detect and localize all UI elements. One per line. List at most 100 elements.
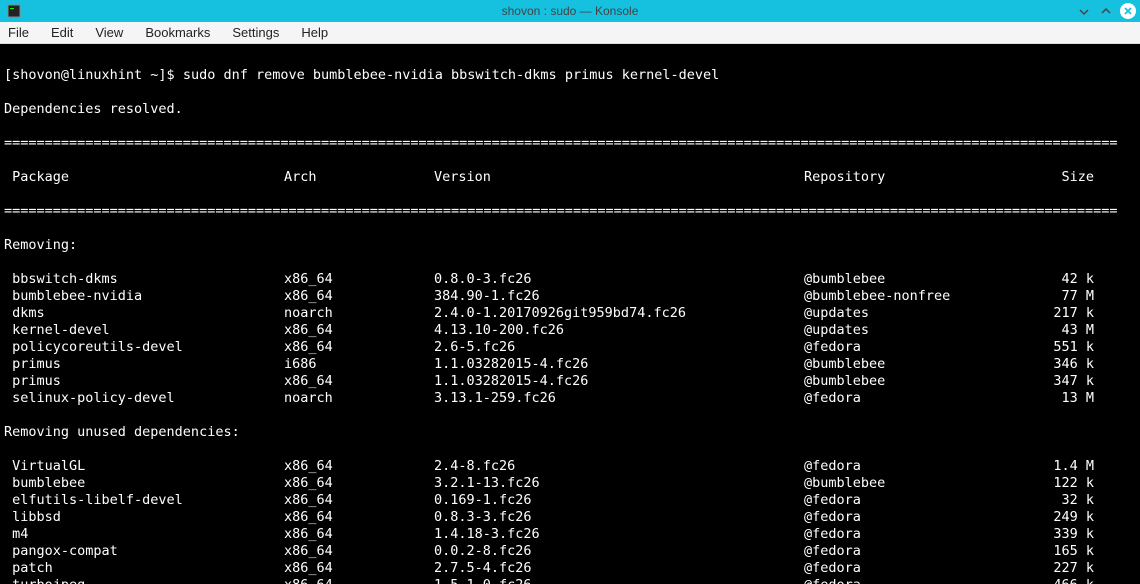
cell-repository: @fedora (804, 390, 1034, 407)
cell-repository: @bumblebee (804, 271, 1034, 288)
maximize-button[interactable] (1098, 3, 1114, 19)
command-line: [shovon@linuxhint ~]$ sudo dnf remove bu… (4, 67, 1136, 84)
menu-view[interactable]: View (95, 25, 123, 40)
cell-version: 2.6-5.fc26 (434, 339, 804, 356)
window-controls (1076, 3, 1136, 19)
table-row: selinux-policy-develnoarch3.13.1-259.fc2… (4, 390, 1136, 407)
cell-size: 43 M (1034, 322, 1094, 339)
cell-repository: @fedora (804, 458, 1034, 475)
cell-size: 551 k (1034, 339, 1094, 356)
cell-arch: x86_64 (284, 577, 434, 584)
cell-arch: x86_64 (284, 288, 434, 305)
cell-repository: @bumblebee (804, 475, 1034, 492)
cell-arch: x86_64 (284, 560, 434, 577)
command-text: sudo dnf remove bumblebee-nvidia bbswitc… (183, 67, 719, 83)
cell-package: primus (4, 373, 284, 390)
table-row: pangox-compatx86_640.0.2-8.fc26@fedora16… (4, 543, 1136, 560)
header-package: Package (4, 169, 284, 186)
cell-arch: noarch (284, 390, 434, 407)
menu-bookmarks[interactable]: Bookmarks (145, 25, 210, 40)
header-size: Size (1034, 169, 1094, 186)
cell-version: 2.4.0-1.20170926git959bd74.fc26 (434, 305, 804, 322)
cell-arch: x86_64 (284, 526, 434, 543)
cell-size: 122 k (1034, 475, 1094, 492)
header-arch: Arch (284, 169, 434, 186)
cell-package: pangox-compat (4, 543, 284, 560)
cell-version: 0.169-1.fc26 (434, 492, 804, 509)
cell-size: 249 k (1034, 509, 1094, 526)
section-removing: Removing: (4, 237, 1136, 254)
cell-size: 466 k (1034, 577, 1094, 584)
cell-package: bumblebee-nvidia (4, 288, 284, 305)
terminal[interactable]: [shovon@linuxhint ~]$ sudo dnf remove bu… (0, 44, 1140, 584)
cell-repository: @fedora (804, 339, 1034, 356)
cell-arch: i686 (284, 356, 434, 373)
cell-repository: @bumblebee-nonfree (804, 288, 1034, 305)
cell-repository: @bumblebee (804, 356, 1034, 373)
minimize-button[interactable] (1076, 3, 1092, 19)
cell-package: VirtualGL (4, 458, 284, 475)
table-row: libbsdx86_640.8.3-3.fc26@fedora249 k (4, 509, 1136, 526)
table-row: bbswitch-dkmsx86_640.8.0-3.fc26@bumblebe… (4, 271, 1136, 288)
cell-package: elfutils-libelf-devel (4, 492, 284, 509)
cell-package: primus (4, 356, 284, 373)
cell-version: 1.1.03282015-4.fc26 (434, 356, 804, 373)
cell-version: 1.1.03282015-4.fc26 (434, 373, 804, 390)
section-unused: Removing unused dependencies: (4, 424, 1136, 441)
cell-size: 347 k (1034, 373, 1094, 390)
window-title: shovon : sudo — Konsole (502, 4, 639, 18)
cell-version: 1.5.1-0.fc26 (434, 577, 804, 584)
deps-resolved: Dependencies resolved. (4, 101, 1136, 118)
cell-package: patch (4, 560, 284, 577)
cell-arch: x86_64 (284, 509, 434, 526)
cell-repository: @fedora (804, 492, 1034, 509)
cell-repository: @fedora (804, 509, 1034, 526)
cell-arch: x86_64 (284, 339, 434, 356)
table-row: bumblebee-nvidiax86_64384.90-1.fc26@bumb… (4, 288, 1136, 305)
cell-size: 42 k (1034, 271, 1094, 288)
table-row: m4x86_641.4.18-3.fc26@fedora339 k (4, 526, 1136, 543)
cell-size: 339 k (1034, 526, 1094, 543)
cell-arch: x86_64 (284, 271, 434, 288)
menu-file[interactable]: File (8, 25, 29, 40)
cell-repository: @fedora (804, 577, 1034, 584)
menu-help[interactable]: Help (301, 25, 328, 40)
cell-version: 4.13.10-200.fc26 (434, 322, 804, 339)
menu-edit[interactable]: Edit (51, 25, 73, 40)
table-row: primusx86_641.1.03282015-4.fc26@bumblebe… (4, 373, 1136, 390)
cell-package: libbsd (4, 509, 284, 526)
cell-package: kernel-devel (4, 322, 284, 339)
cell-repository: @updates (804, 322, 1034, 339)
table-row: turbojpegx86_641.5.1-0.fc26@fedora466 k (4, 577, 1136, 584)
cell-repository: @fedora (804, 526, 1034, 543)
cell-package: selinux-policy-devel (4, 390, 284, 407)
cell-arch: x86_64 (284, 492, 434, 509)
cell-size: 77 M (1034, 288, 1094, 305)
cell-version: 0.8.0-3.fc26 (434, 271, 804, 288)
window-titlebar: shovon : sudo — Konsole (0, 0, 1140, 22)
table-row: bumblebeex86_643.2.1-13.fc26@bumblebee12… (4, 475, 1136, 492)
cell-package: bumblebee (4, 475, 284, 492)
table-row: patchx86_642.7.5-4.fc26@fedora227 k (4, 560, 1136, 577)
cell-size: 165 k (1034, 543, 1094, 560)
cell-package: m4 (4, 526, 284, 543)
cell-package: bbswitch-dkms (4, 271, 284, 288)
cell-size: 13 M (1034, 390, 1094, 407)
table-row: elfutils-libelf-develx86_640.169-1.fc26@… (4, 492, 1136, 509)
cell-repository: @fedora (804, 543, 1034, 560)
table-row: VirtualGLx86_642.4-8.fc26@fedora1.4 M (4, 458, 1136, 475)
cell-version: 2.4-8.fc26 (434, 458, 804, 475)
cell-arch: x86_64 (284, 543, 434, 560)
table-row: primusi6861.1.03282015-4.fc26@bumblebee3… (4, 356, 1136, 373)
cell-arch: x86_64 (284, 373, 434, 390)
table-header: PackageArchVersionRepositorySize (4, 169, 1136, 186)
close-button[interactable] (1120, 3, 1136, 19)
cell-package: policycoreutils-devel (4, 339, 284, 356)
divider-line: ========================================… (4, 135, 1136, 152)
cell-version: 384.90-1.fc26 (434, 288, 804, 305)
table-row: kernel-develx86_644.13.10-200.fc26@updat… (4, 322, 1136, 339)
menu-settings[interactable]: Settings (232, 25, 279, 40)
cell-arch: x86_64 (284, 322, 434, 339)
prompt: [shovon@linuxhint ~]$ (4, 67, 183, 83)
cell-version: 1.4.18-3.fc26 (434, 526, 804, 543)
